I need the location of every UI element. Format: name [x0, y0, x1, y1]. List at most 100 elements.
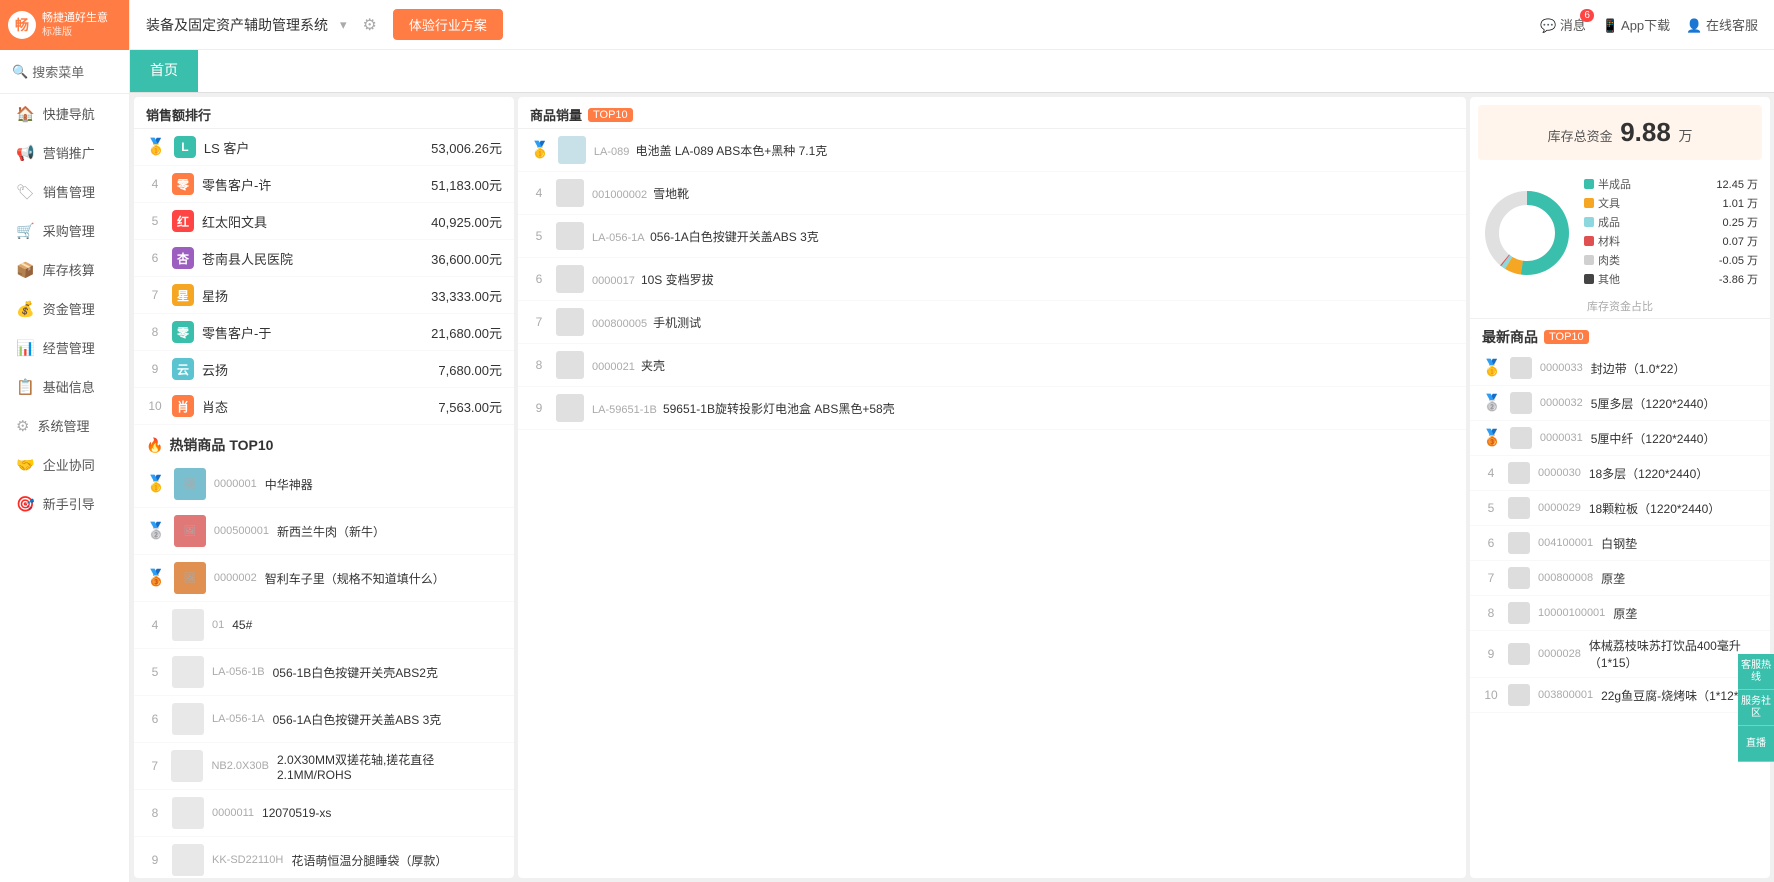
product-code: 10000100001 — [1538, 607, 1605, 619]
rank-number: 8 — [1482, 606, 1500, 620]
product-info: 000800005 手机测试 — [592, 314, 1454, 331]
service-community-button[interactable]: 服务社区 — [1738, 690, 1774, 726]
rank-number: 5 — [530, 229, 548, 243]
chart-legend: 半成品 12.45 万 文具 1.01 万 成品 0.25 万 — [1584, 176, 1758, 290]
sidebar-item-sales[interactable]: 🏷 销售管理 — [0, 172, 129, 211]
newest-top10-badge: TOP10 — [1544, 330, 1589, 344]
list-item: 🥇 L LS 客户 53,006.26元 — [134, 129, 514, 166]
product-info: LA-59651-1B 59651-1B旋转投影灯电池盒 ABS黑色+58壳 — [592, 400, 1454, 417]
sidebar-item-home[interactable]: 🏠 快捷导航 — [0, 94, 129, 133]
dropdown-arrow-icon[interactable]: ▾ — [340, 17, 347, 33]
legend-value: 0.07 万 — [1723, 233, 1758, 249]
list-item: 4 零 零售客户-许 51,183.00元 — [134, 166, 514, 203]
list-item: 6 0000017 10S 变档罗拔 — [518, 258, 1466, 301]
list-item: 6 004100001 白钢垫 — [1470, 526, 1770, 561]
list-item: 5 0000029 18颗粒板（1220*2440） — [1470, 491, 1770, 526]
product-image: 🖼 — [174, 562, 206, 594]
fire-icon: 🔥 — [146, 437, 163, 454]
list-item: 🥈 🖼 000500001 新西兰牛肉（新牛） — [134, 508, 514, 555]
product-name: 花语萌恒温分腿睡袋（厚款） — [291, 852, 447, 869]
legend-item: 成品 0.25 万 — [1584, 214, 1758, 230]
list-item: 🥇 🖼 0000001 中华神器 — [134, 461, 514, 508]
product-image: 🖼 — [174, 468, 206, 500]
legend-item: 半成品 12.45 万 — [1584, 176, 1758, 192]
donut-chart — [1482, 188, 1572, 278]
system-title: 装备及固定资产辅助管理系统 — [146, 15, 328, 35]
rank-number: 9 — [146, 362, 164, 376]
trial-button[interactable]: 体验行业方案 — [393, 9, 503, 40]
sidebar-item-operations[interactable]: 📊 经营管理 — [0, 328, 129, 367]
product-code: 0000011 — [212, 807, 254, 819]
product-code: LA-089 — [594, 146, 636, 158]
customer-value: 40,925.00元 — [431, 212, 502, 231]
sidebar-item-inventory[interactable]: 📦 库存核算 — [0, 250, 129, 289]
product-image — [1508, 684, 1530, 706]
product-code: LA-056-1A — [592, 232, 650, 244]
product-image — [556, 394, 584, 422]
sidebar-item-purchase[interactable]: 🛒 采购管理 — [0, 211, 129, 250]
inventory-value: 9.88 — [1620, 117, 1671, 147]
sidebar: 畅 畅捷通好生意 标准版 🔍 搜索菜单 🏠 快捷导航 📢 营销推广 🏷 销售管理… — [0, 0, 130, 882]
product-info: LA-089 电池盖 LA-089 ABS本色+黑种 7.1克 — [594, 142, 1454, 159]
list-item: 8 0000021 夹壳 — [518, 344, 1466, 387]
online-service-button[interactable]: 👤 在线客服 — [1686, 15, 1758, 34]
medal-icon: 🥈 — [1482, 393, 1502, 413]
product-code: 000800008 — [1538, 572, 1593, 584]
customer-name: LS 客户 — [204, 138, 423, 157]
sidebar-search-area: 🔍 搜索菜单 — [0, 50, 129, 94]
tab-home[interactable]: 首页 — [130, 50, 198, 92]
product-code: 01 — [212, 619, 224, 631]
live-stream-button[interactable]: 直播 — [1738, 726, 1774, 762]
customer-service-hotline-button[interactable]: 客服热线 — [1738, 654, 1774, 690]
legend-value: 1.01 万 — [1723, 195, 1758, 211]
sidebar-item-guide[interactable]: 🎯 新手引导 — [0, 484, 129, 523]
sidebar-item-system[interactable]: ⚙ 系统管理 — [0, 406, 129, 445]
product-name: 18颗粒板（1220*2440） — [1589, 500, 1758, 517]
list-item: 5 LA-056-1A 056-1A白色按键开关盖ABS 3克 — [518, 215, 1466, 258]
product-image — [556, 351, 584, 379]
rank-number: 4 — [146, 618, 164, 632]
product-image — [1508, 497, 1530, 519]
sidebar-item-finance[interactable]: 💰 资金管理 — [0, 289, 129, 328]
rank-number: 5 — [1482, 501, 1500, 515]
inventory-unit: 万 — [1678, 128, 1692, 144]
inventory-label: 库存总资金 — [1548, 129, 1613, 144]
sidebar-item-marketing[interactable]: 📢 营销推广 — [0, 133, 129, 172]
customer-rank-list: 🥇 L LS 客户 53,006.26元 4 零 零售客户-许 51,183.0… — [134, 129, 514, 425]
customer-name: 云扬 — [202, 360, 430, 379]
sidebar-item-basic-info[interactable]: 📋 基础信息 — [0, 367, 129, 406]
chart-caption: 库存资金占比 — [1470, 298, 1770, 318]
legend-value: 0.25 万 — [1723, 214, 1758, 230]
legend-value: -0.05 万 — [1719, 252, 1758, 268]
product-image — [556, 222, 584, 250]
list-item: 8 0000011 12070519-xs — [134, 790, 514, 837]
settings-icon[interactable]: ⚙ — [363, 15, 377, 35]
product-image — [1510, 357, 1532, 379]
product-image — [172, 609, 204, 641]
rank-number: 7 — [146, 759, 163, 773]
customer-name: 星扬 — [202, 286, 423, 305]
messages-button[interactable]: 💬 消息 6 — [1540, 15, 1586, 34]
product-code: NB2.0X30B — [211, 760, 268, 772]
list-item: 7 000800008 原垄 — [1470, 561, 1770, 596]
sidebar-item-enterprise[interactable]: 🤝 企业协同 — [0, 445, 129, 484]
rank-number: 7 — [1482, 571, 1500, 585]
product-image — [558, 136, 586, 164]
rank-number: 9 — [1482, 647, 1500, 661]
customer-value: 33,333.00元 — [431, 286, 502, 305]
list-item: 7 000800005 手机测试 — [518, 301, 1466, 344]
product-name: 中华神器 — [265, 476, 313, 493]
app-download-button[interactable]: 📱 App下载 — [1602, 15, 1670, 34]
product-code: 0000031 — [1540, 432, 1583, 444]
customer-avatar: 零 — [172, 321, 194, 343]
customer-name: 红太阳文具 — [202, 212, 423, 231]
medal-icon: 🥇 — [1482, 358, 1502, 378]
float-service-panel: 客服热线 服务社区 直播 — [1738, 654, 1774, 762]
search-menu-button[interactable]: 🔍 搜索菜单 — [8, 58, 121, 85]
medal-icon: 🥉 — [1482, 428, 1502, 448]
rank-number: 7 — [146, 288, 164, 302]
product-image — [556, 179, 584, 207]
legend-name: 文具 — [1598, 195, 1719, 211]
app-logo: 畅 畅捷通好生意 标准版 — [0, 0, 129, 50]
operations-icon: 📊 — [16, 339, 35, 357]
